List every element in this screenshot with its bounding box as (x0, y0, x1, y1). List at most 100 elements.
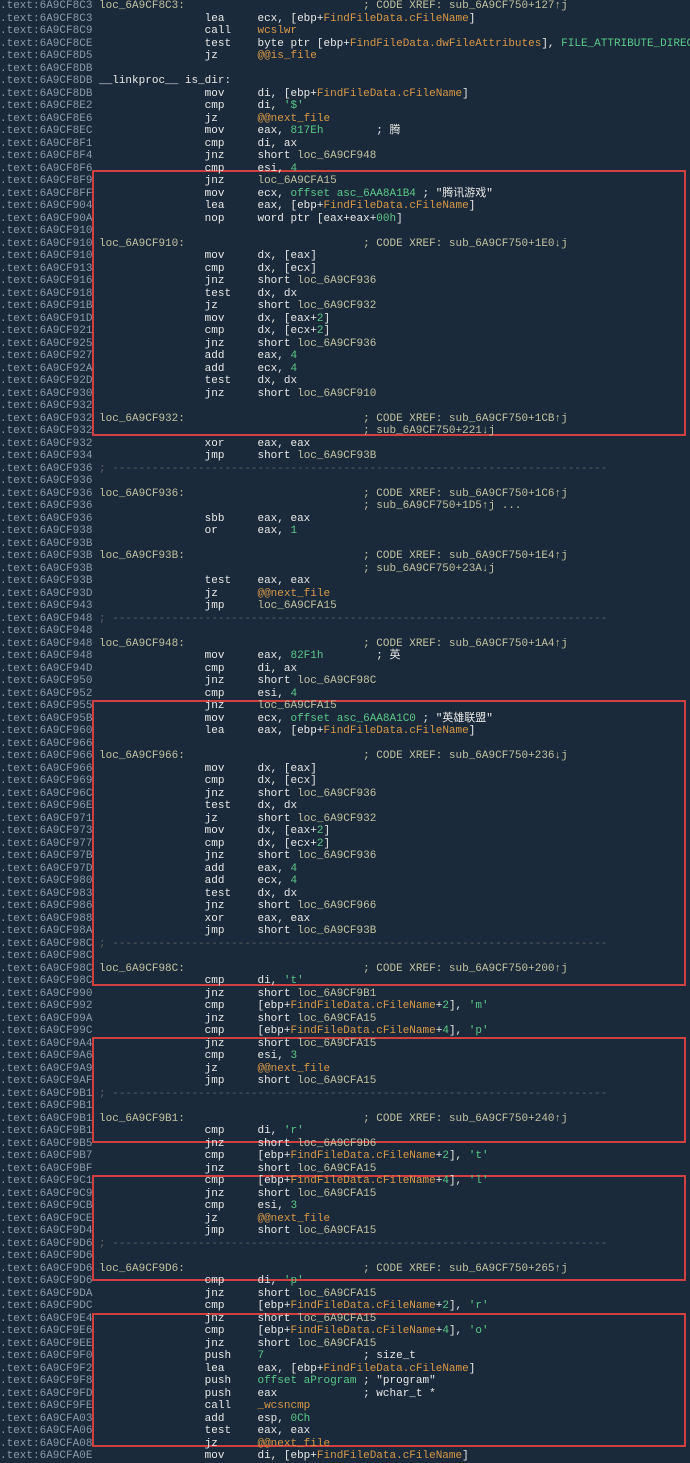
asm-line[interactable]: .text:6A9CF9AF jmp short loc_6A9CFA15 (0, 1075, 690, 1088)
asm-line[interactable]: .text:6A9CF916 jnz short loc_6A9CF936 (0, 275, 690, 288)
asm-line[interactable]: .text:6A9CF934 jmp short loc_6A9CF93B (0, 450, 690, 463)
asm-line[interactable]: .text:6A9CF8E2 cmp di, '$' (0, 100, 690, 113)
label[interactable]: loc_6A9CF932: (99, 413, 185, 425)
asm-line[interactable]: .text:6A9CF9E6 cmp [ebp+FindFileData.cFi… (0, 1325, 690, 1338)
xref[interactable]: ; sub_6A9CF750+221↓j (363, 425, 495, 437)
asm-line[interactable]: .text:6A9CF913 cmp dx, [ecx] (0, 263, 690, 276)
disassembly-listing[interactable]: .text:6A9CF8C3 loc_6A9CF8C3: ; CODE XREF… (0, 0, 690, 1463)
asm-line[interactable]: .text:6A9CF950 jnz short loc_6A9CF98C (0, 675, 690, 688)
asm-line[interactable]: .text:6A9CF936 ; sub_6A9CF750+1D5↑j ... (0, 500, 690, 513)
asm-line[interactable]: .text:6A9CF960 lea eax, [ebp+FindFileDat… (0, 725, 690, 738)
asm-line[interactable]: .text:6A9CF9DC cmp [ebp+FindFileData.cFi… (0, 1300, 690, 1313)
xref[interactable]: ; CODE XREF: sub_6A9CF750+1A4↑j (363, 638, 568, 650)
asm-line[interactable]: .text:6A9CFA08 jz @@next_file (0, 1438, 690, 1451)
asm-line[interactable]: .text:6A9CF92D test dx, dx (0, 375, 690, 388)
asm-line[interactable]: .text:6A9CF9B1 (0, 1100, 690, 1113)
asm-line[interactable]: .text:6A9CF92A add ecx, 4 (0, 363, 690, 376)
label[interactable]: loc_6A9CF9B1: (99, 1113, 185, 1125)
asm-line[interactable]: .text:6A9CF98C cmp di, 't' (0, 975, 690, 988)
asm-line[interactable]: .text:6A9CF93B (0, 538, 690, 551)
asm-line[interactable]: .text:6A9CF936 (0, 475, 690, 488)
asm-line[interactable]: .text:6A9CF9EE jnz short loc_6A9CFA15 (0, 1338, 690, 1351)
xref[interactable]: ; CODE XREF: sub_6A9CF750+200↑j (363, 963, 568, 975)
asm-line[interactable]: .text:6A9CF983 test dx, dx (0, 888, 690, 901)
asm-line[interactable]: .text:6A9CF932 ; sub_6A9CF750+221↓j (0, 425, 690, 438)
asm-line[interactable]: .text:6A9CF948 mov eax, 82F1h ; 英 (0, 650, 690, 663)
asm-line[interactable]: .text:6A9CFA06 test eax, eax (0, 1425, 690, 1438)
asm-line[interactable]: .text:6A9CF9B1 loc_6A9CF9B1: ; CODE XREF… (0, 1113, 690, 1126)
asm-line[interactable]: .text:6A9CF9BF jnz short loc_6A9CFA15 (0, 1163, 690, 1176)
label[interactable]: loc_6A9CF9D6: (99, 1263, 185, 1275)
asm-line[interactable]: .text:6A9CF9B7 cmp [ebp+FindFileData.cFi… (0, 1150, 690, 1163)
xref[interactable]: ; CODE XREF: sub_6A9CF750+1E0↓j (363, 238, 568, 250)
asm-line[interactable]: .text:6A9CF988 xor eax, eax (0, 913, 690, 926)
asm-line[interactable]: .text:6A9CF98C ; -----------------------… (0, 938, 690, 951)
asm-line[interactable]: .text:6A9CF9CB cmp esi, 3 (0, 1200, 690, 1213)
label[interactable]: loc_6A9CF8C3: (99, 0, 185, 12)
asm-line[interactable]: .text:6A9CF9A6 cmp esi, 3 (0, 1050, 690, 1063)
asm-line[interactable]: .text:6A9CF9B5 jnz short loc_6A9CF9D6 (0, 1138, 690, 1151)
label[interactable]: loc_6A9CF936: (99, 488, 185, 500)
asm-line[interactable]: .text:6A9CF9CE jz @@next_file (0, 1213, 690, 1226)
xref[interactable]: ; CODE XREF: sub_6A9CF750+265↑j (363, 1263, 568, 1275)
asm-line[interactable]: .text:6A9CF948 loc_6A9CF948: ; CODE XREF… (0, 638, 690, 651)
asm-line[interactable]: .text:6A9CF8CE test byte ptr [ebp+FindFi… (0, 38, 690, 51)
asm-line[interactable]: .text:6A9CF8FF mov ecx, offset asc_6AA8A… (0, 188, 690, 201)
asm-line[interactable]: .text:6A9CF91D mov dx, [eax+2] (0, 313, 690, 326)
asm-line[interactable]: .text:6A9CF990 jnz short loc_6A9CF9B1 (0, 988, 690, 1001)
asm-line[interactable]: .text:6A9CF99A jnz short loc_6A9CFA15 (0, 1013, 690, 1026)
xref[interactable]: ; CODE XREF: sub_6A9CF750+240↑j (363, 1113, 568, 1125)
label[interactable]: loc_6A9CF93B: (99, 550, 185, 562)
asm-line[interactable]: .text:6A9CF977 cmp dx, [ecx+2] (0, 838, 690, 851)
asm-line[interactable]: .text:6A9CF9B1 cmp di, 'r' (0, 1125, 690, 1138)
asm-line[interactable]: .text:6A9CF96E test dx, dx (0, 800, 690, 813)
xref[interactable]: ; CODE XREF: sub_6A9CF750+1C6↑j (363, 488, 568, 500)
asm-line[interactable]: .text:6A9CF94D cmp di, ax (0, 663, 690, 676)
asm-line[interactable]: .text:6A9CF9C1 cmp [ebp+FindFileData.cFi… (0, 1175, 690, 1188)
asm-line[interactable]: .text:6A9CF980 add ecx, 4 (0, 875, 690, 888)
asm-line[interactable]: .text:6A9CF8DB (0, 63, 690, 76)
asm-line[interactable]: .text:6A9CF936 ; -----------------------… (0, 463, 690, 476)
asm-line[interactable]: .text:6A9CF9FD push eax ; wchar_t * (0, 1388, 690, 1401)
asm-line[interactable]: .text:6A9CF8D5 jz @@is_file (0, 50, 690, 63)
asm-line[interactable]: .text:6A9CF9DA jnz short loc_6A9CFA15 (0, 1288, 690, 1301)
asm-line[interactable]: .text:6A9CF9A4 jnz short loc_6A9CFA15 (0, 1038, 690, 1051)
asm-line[interactable]: .text:6A9CF98C (0, 950, 690, 963)
asm-line[interactable]: .text:6A9CF9E4 jnz short loc_6A9CFA15 (0, 1313, 690, 1326)
asm-line[interactable]: .text:6A9CF966 (0, 738, 690, 751)
label[interactable]: loc_6A9CF910: (99, 238, 185, 250)
asm-line[interactable]: .text:6A9CF90A nop word ptr [eax+eax+00h… (0, 213, 690, 226)
xref[interactable]: ; CODE XREF: sub_6A9CF750+1CB↑j (363, 413, 568, 425)
asm-line[interactable]: .text:6A9CFA03 add esp, 0Ch (0, 1413, 690, 1426)
asm-line[interactable]: .text:6A9CF910 mov dx, [eax] (0, 250, 690, 263)
asm-line[interactable]: .text:6A9CF936 sbb eax, eax (0, 513, 690, 526)
asm-line[interactable]: .text:6A9CF9B1 ; -----------------------… (0, 1088, 690, 1101)
asm-line[interactable]: .text:6A9CF921 cmp dx, [ecx+2] (0, 325, 690, 338)
asm-line[interactable]: .text:6A9CF8F6 cmp esi, 4 (0, 163, 690, 176)
asm-line[interactable]: .text:6A9CF986 jnz short loc_6A9CF966 (0, 900, 690, 913)
xref[interactable]: ; CODE XREF: sub_6A9CF750+236↓j (363, 750, 568, 762)
xref[interactable]: ; sub_6A9CF750+1D5↑j ... (363, 500, 521, 512)
asm-line[interactable]: .text:6A9CFA0E mov di, [ebp+FindFileData… (0, 1450, 690, 1463)
asm-line[interactable]: .text:6A9CF9A9 jz @@next_file (0, 1063, 690, 1076)
asm-line[interactable]: .text:6A9CF8C9 call wcslwr (0, 25, 690, 38)
asm-line[interactable]: .text:6A9CF98A jmp short loc_6A9CF93B (0, 925, 690, 938)
asm-line[interactable]: .text:6A9CF98C loc_6A9CF98C: ; CODE XREF… (0, 963, 690, 976)
asm-line[interactable]: .text:6A9CF9D6 cmp di, 'p' (0, 1275, 690, 1288)
asm-line[interactable]: .text:6A9CF969 cmp dx, [ecx] (0, 775, 690, 788)
asm-line[interactable]: .text:6A9CF8DB mov di, [ebp+FindFileData… (0, 88, 690, 101)
asm-line[interactable]: .text:6A9CF8F4 jnz short loc_6A9CF948 (0, 150, 690, 163)
asm-line[interactable]: .text:6A9CF99C cmp [ebp+FindFileData.cFi… (0, 1025, 690, 1038)
asm-line[interactable]: .text:6A9CF925 jnz short loc_6A9CF936 (0, 338, 690, 351)
asm-line[interactable]: .text:6A9CF992 cmp [ebp+FindFileData.cFi… (0, 1000, 690, 1013)
label[interactable]: loc_6A9CF948: (99, 638, 185, 650)
asm-line[interactable]: .text:6A9CF966 mov dx, [eax] (0, 763, 690, 776)
asm-line[interactable]: .text:6A9CF8F1 cmp di, ax (0, 138, 690, 151)
asm-line[interactable]: .text:6A9CF938 or eax, 1 (0, 525, 690, 538)
asm-line[interactable]: .text:6A9CF936 loc_6A9CF936: ; CODE XREF… (0, 488, 690, 501)
asm-line[interactable]: .text:6A9CF91B jz short loc_6A9CF932 (0, 300, 690, 313)
asm-line[interactable]: .text:6A9CF927 add eax, 4 (0, 350, 690, 363)
asm-line[interactable]: .text:6A9CF8EC mov eax, 817Eh ; 腾 (0, 125, 690, 138)
asm-line[interactable]: .text:6A9CF9D6 loc_6A9CF9D6: ; CODE XREF… (0, 1263, 690, 1276)
asm-line[interactable]: .text:6A9CF966 loc_6A9CF966: ; CODE XREF… (0, 750, 690, 763)
